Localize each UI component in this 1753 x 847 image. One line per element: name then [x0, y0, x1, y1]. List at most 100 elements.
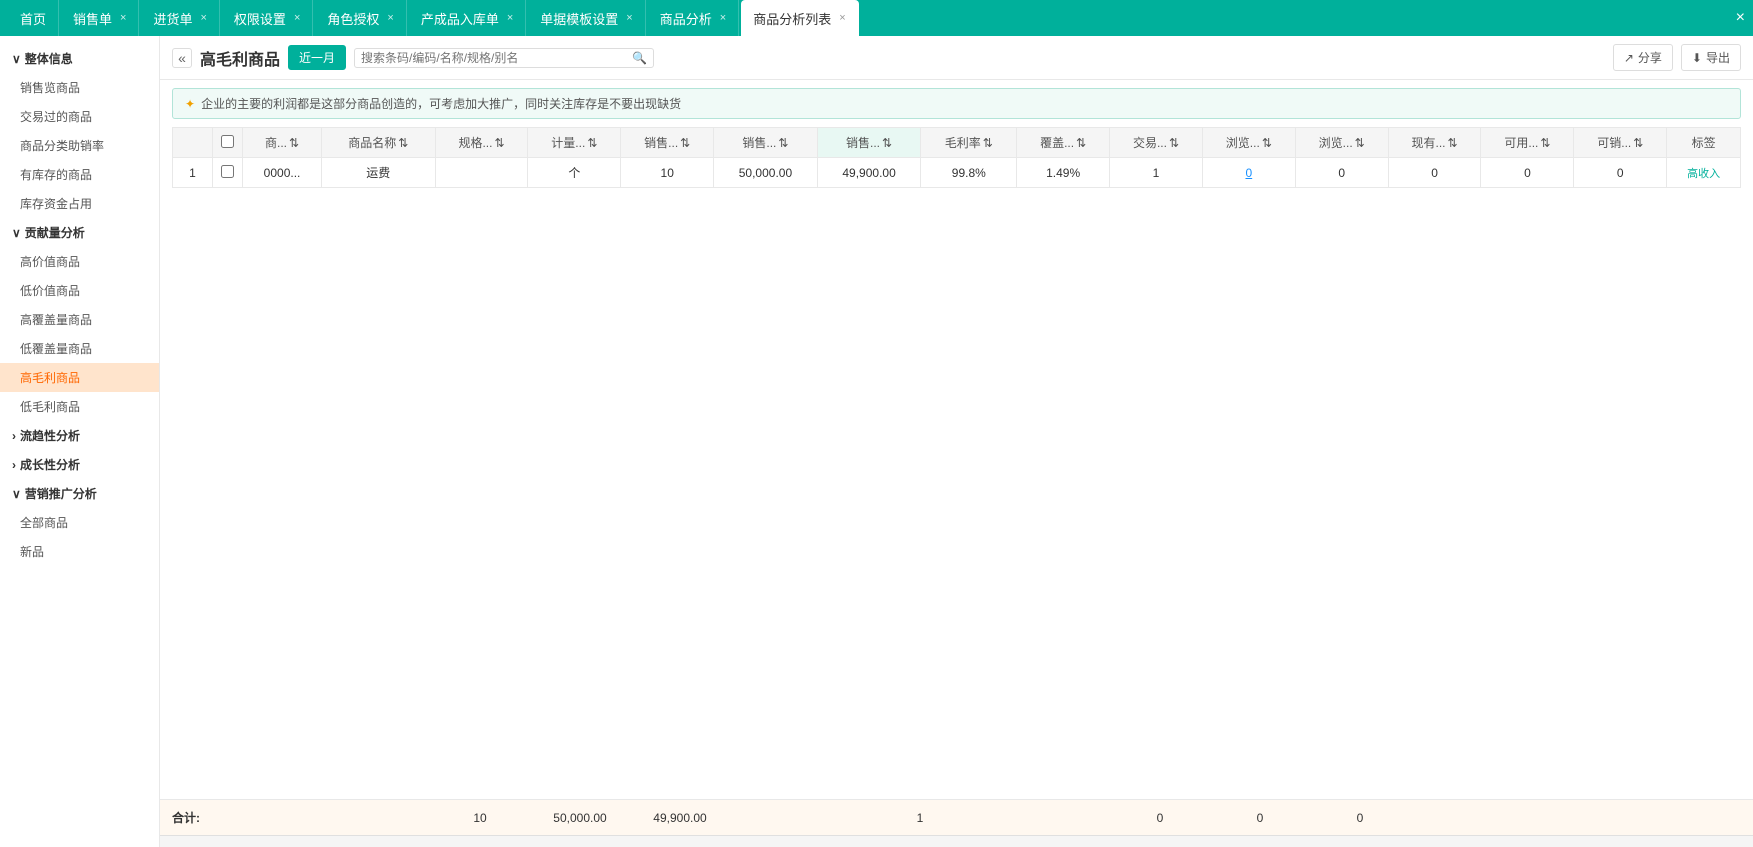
sidebar-item-new-products[interactable]: 新品 [0, 537, 159, 566]
col-stock-saleable[interactable]: 可销...⇅ [1574, 128, 1667, 158]
close-tab-product-analysis-list[interactable]: × [839, 12, 845, 24]
footer-stock: 0 [1220, 811, 1300, 825]
close-tab-sales[interactable]: × [120, 12, 126, 24]
col-views1[interactable]: 浏览...⇅ [1202, 128, 1295, 158]
sidebar-group-growth[interactable]: › 成长性分析 [0, 450, 159, 479]
sort-icon9: ⇅ [1076, 136, 1086, 150]
col-stock-available[interactable]: 可用...⇅ [1481, 128, 1574, 158]
collapse-sidebar-button[interactable]: « [172, 48, 192, 68]
content-header: « 高毛利商品 近一月 🔍 ↗ 分享 ⬇ 导出 [160, 36, 1753, 80]
horizontal-scrollbar[interactable] [160, 835, 1753, 847]
search-icon[interactable]: 🔍 [632, 51, 647, 65]
tab-roles[interactable]: 角色授权 × [315, 0, 406, 36]
col-transactions[interactable]: 交易...⇅ [1110, 128, 1203, 158]
row-checkbox[interactable] [221, 165, 234, 178]
sort-icon6: ⇅ [778, 136, 788, 150]
table-row: 1 0000... 运费 个 10 50,000.00 49,900.00 99… [173, 158, 1741, 188]
sort-icon12: ⇅ [1355, 136, 1365, 150]
close-tab-production[interactable]: × [507, 12, 513, 24]
col-spec[interactable]: 规格...⇅ [435, 128, 528, 158]
tab-sales[interactable]: 销售单 × [61, 0, 139, 36]
col-coverage[interactable]: 覆盖...⇅ [1017, 128, 1110, 158]
cell-tag: 高收入 [1667, 158, 1741, 188]
sidebar-item-traded[interactable]: 交易过的商品 [0, 102, 159, 131]
sidebar-group-overall[interactable]: ∨ 整体信息 [0, 44, 159, 73]
filter-recent-month[interactable]: 近一月 [288, 45, 346, 70]
col-unit[interactable]: 计量...⇅ [528, 128, 621, 158]
sidebar-item-low-coverage[interactable]: 低覆盖量商品 [0, 334, 159, 363]
tab-product-analysis-list[interactable]: 商品分析列表 × [741, 0, 858, 36]
cell-unit: 个 [528, 158, 621, 188]
chevron-right-icon: › [12, 429, 16, 443]
footer-label: 合计: [172, 809, 200, 826]
top-navigation: 首页 销售单 × 进货单 × 权限设置 × 角色授权 × 产成品入库单 × 单据… [0, 0, 1753, 36]
cell-views1[interactable]: 0 [1202, 158, 1295, 188]
col-checkbox[interactable] [213, 128, 243, 158]
sidebar-group-marketing[interactable]: ∨ 营销推广分析 [0, 479, 159, 508]
sort-icon5: ⇅ [680, 136, 690, 150]
sort-icon: ⇅ [289, 136, 299, 150]
search-container: 🔍 [354, 48, 654, 68]
col-stock-current[interactable]: 现有...⇅ [1388, 128, 1481, 158]
col-sales-qty[interactable]: 销售...⇅ [621, 128, 714, 158]
sidebar-item-top-sales[interactable]: 销售览商品 [0, 73, 159, 102]
sidebar-group-flow[interactable]: › 流趋性分析 [0, 421, 159, 450]
close-tab-product-analysis[interactable]: × [720, 12, 726, 24]
sidebar-item-high-value[interactable]: 高价值商品 [0, 247, 159, 276]
sidebar-item-low-value[interactable]: 低价值商品 [0, 276, 159, 305]
search-input[interactable] [361, 51, 628, 65]
header-actions: ↗ 分享 ⬇ 导出 [1613, 44, 1741, 71]
cell-stock-saleable: 0 [1574, 158, 1667, 188]
col-sales-cost[interactable]: 销售...⇅ [817, 128, 921, 158]
export-icon: ⬇ [1692, 51, 1702, 65]
sidebar-item-high-margin[interactable]: 高毛利商品 [0, 363, 159, 392]
sort-icon3: ⇅ [494, 136, 504, 150]
sidebar-group-contribution[interactable]: ∨ 贡献量分析 [0, 218, 159, 247]
sidebar-item-stock-funds[interactable]: 库存资金占用 [0, 189, 159, 218]
sidebar-item-in-stock[interactable]: 有库存的商品 [0, 160, 159, 189]
export-button[interactable]: ⬇ 导出 [1681, 44, 1741, 71]
sort-icon11: ⇅ [1262, 136, 1272, 150]
col-sales-amount[interactable]: 销售...⇅ [714, 128, 818, 158]
sidebar-item-low-margin[interactable]: 低毛利商品 [0, 392, 159, 421]
cell-gross-margin: 99.8% [921, 158, 1017, 188]
tab-home[interactable]: 首页 [8, 0, 59, 36]
close-tab-roles[interactable]: × [387, 12, 393, 24]
sidebar-item-all-products[interactable]: 全部商品 [0, 508, 159, 537]
col-name[interactable]: 商品名称⇅ [322, 128, 435, 158]
col-code[interactable]: 商...⇅ [243, 128, 322, 158]
tab-template[interactable]: 单据模板设置 × [528, 0, 645, 36]
sort-icon14: ⇅ [1540, 136, 1550, 150]
page-title: 高毛利商品 [200, 46, 280, 70]
tab-permissions[interactable]: 权限设置 × [222, 0, 313, 36]
select-all-checkbox[interactable] [221, 135, 234, 148]
share-icon: ↗ [1624, 51, 1634, 65]
col-tag: 标签 [1667, 128, 1741, 158]
col-views2[interactable]: 浏览...⇅ [1295, 128, 1388, 158]
tab-product-analysis[interactable]: 商品分析 × [648, 0, 739, 36]
main-layout: ∨ 整体信息 销售览商品 交易过的商品 商品分类助销率 有库存的商品 库存资金占… [0, 36, 1753, 847]
sort-icon15: ⇅ [1633, 136, 1643, 150]
cell-stock-available: 0 [1481, 158, 1574, 188]
cell-sales-cost: 49,900.00 [817, 158, 921, 188]
cell-checkbox[interactable] [213, 158, 243, 188]
close-tab-purchase[interactable]: × [200, 12, 206, 24]
sidebar-item-category-rate[interactable]: 商品分类助销率 [0, 131, 159, 160]
tab-production[interactable]: 产成品入库单 × [409, 0, 526, 36]
sidebar: ∨ 整体信息 销售览商品 交易过的商品 商品分类助销率 有库存的商品 库存资金占… [0, 36, 160, 847]
sidebar-item-high-coverage[interactable]: 高覆盖量商品 [0, 305, 159, 334]
footer-sales-qty: 10 [440, 811, 520, 825]
cell-seq: 1 [173, 158, 213, 188]
close-all-tabs[interactable]: × [1736, 9, 1745, 27]
footer-sales-cost: 49,900.00 [640, 811, 720, 825]
share-button[interactable]: ↗ 分享 [1613, 44, 1673, 71]
sort-icon10: ⇅ [1169, 136, 1179, 150]
cell-coverage: 1.49% [1017, 158, 1110, 188]
close-tab-template[interactable]: × [626, 12, 632, 24]
chevron-down-icon: ∨ [12, 52, 21, 66]
tab-purchase[interactable]: 进货单 × [141, 0, 219, 36]
col-gross-margin[interactable]: 毛利率⇅ [921, 128, 1017, 158]
sort-icon2: ⇅ [398, 136, 408, 150]
close-tab-permissions[interactable]: × [294, 12, 300, 24]
footer-stock2: 0 [1320, 811, 1400, 825]
